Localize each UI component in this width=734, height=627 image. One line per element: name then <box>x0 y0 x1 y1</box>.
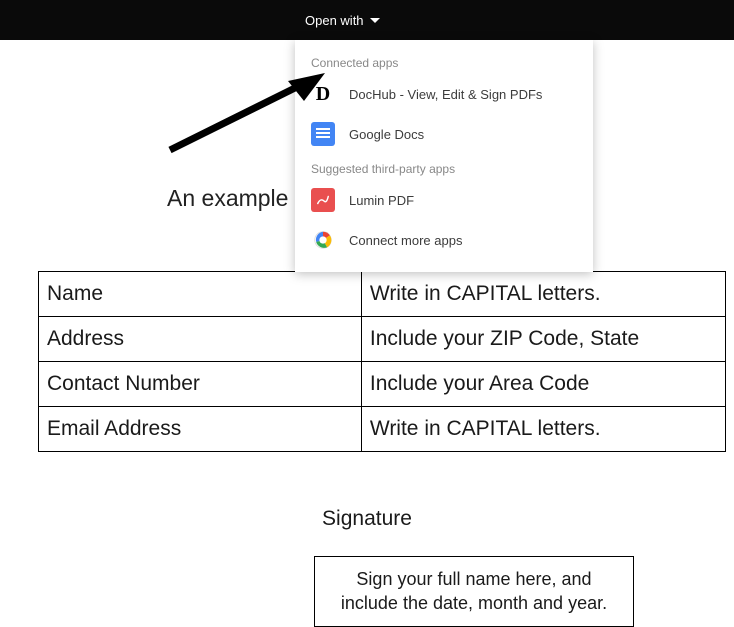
table-row: Address Include your ZIP Code, State <box>39 317 726 362</box>
table-row: Email Address Write in CAPITAL letters. <box>39 407 726 452</box>
dropdown-item-dochub[interactable]: D DocHub - View, Edit & Sign PDFs <box>295 74 593 114</box>
dropdown-section-connected: Connected apps <box>295 48 593 74</box>
document-heading: An example <box>167 185 288 212</box>
form-table: Name Write in CAPITAL letters. Address I… <box>38 271 726 452</box>
table-cell-value: Include your Area Code <box>361 362 725 407</box>
dropdown-item-label: Lumin PDF <box>349 193 414 208</box>
table-cell-label: Contact Number <box>39 362 362 407</box>
table-row: Name Write in CAPITAL letters. <box>39 272 726 317</box>
table-cell-label: Name <box>39 272 362 317</box>
open-with-label: Open with <box>305 13 364 28</box>
top-toolbar: Open with <box>0 0 734 40</box>
lumin-pdf-icon <box>311 188 335 212</box>
dropdown-item-connect-more[interactable]: Connect more apps <box>295 220 593 260</box>
dropdown-item-label: Connect more apps <box>349 233 462 248</box>
signature-heading: Signature <box>0 507 734 531</box>
open-with-dropdown: Connected apps D DocHub - View, Edit & S… <box>295 40 593 272</box>
table-cell-value: Include your ZIP Code, State <box>361 317 725 362</box>
connect-more-icon <box>311 228 335 252</box>
table-cell-label: Address <box>39 317 362 362</box>
table-cell-value: Write in CAPITAL letters. <box>361 272 725 317</box>
dropdown-item-lumin[interactable]: Lumin PDF <box>295 180 593 220</box>
table-cell-value: Write in CAPITAL letters. <box>361 407 725 452</box>
dropdown-item-google-docs[interactable]: Google Docs <box>295 114 593 154</box>
table-row: Contact Number Include your Area Code <box>39 362 726 407</box>
dropdown-section-suggested: Suggested third-party apps <box>295 154 593 180</box>
open-with-button[interactable]: Open with <box>295 7 390 34</box>
caret-down-icon <box>370 18 380 23</box>
table-cell-label: Email Address <box>39 407 362 452</box>
google-docs-icon <box>311 122 335 146</box>
dochub-icon: D <box>311 82 335 106</box>
signature-instruction-box: Sign your full name here, and include th… <box>314 556 634 627</box>
dropdown-item-label: DocHub - View, Edit & Sign PDFs <box>349 87 542 102</box>
dropdown-item-label: Google Docs <box>349 127 424 142</box>
